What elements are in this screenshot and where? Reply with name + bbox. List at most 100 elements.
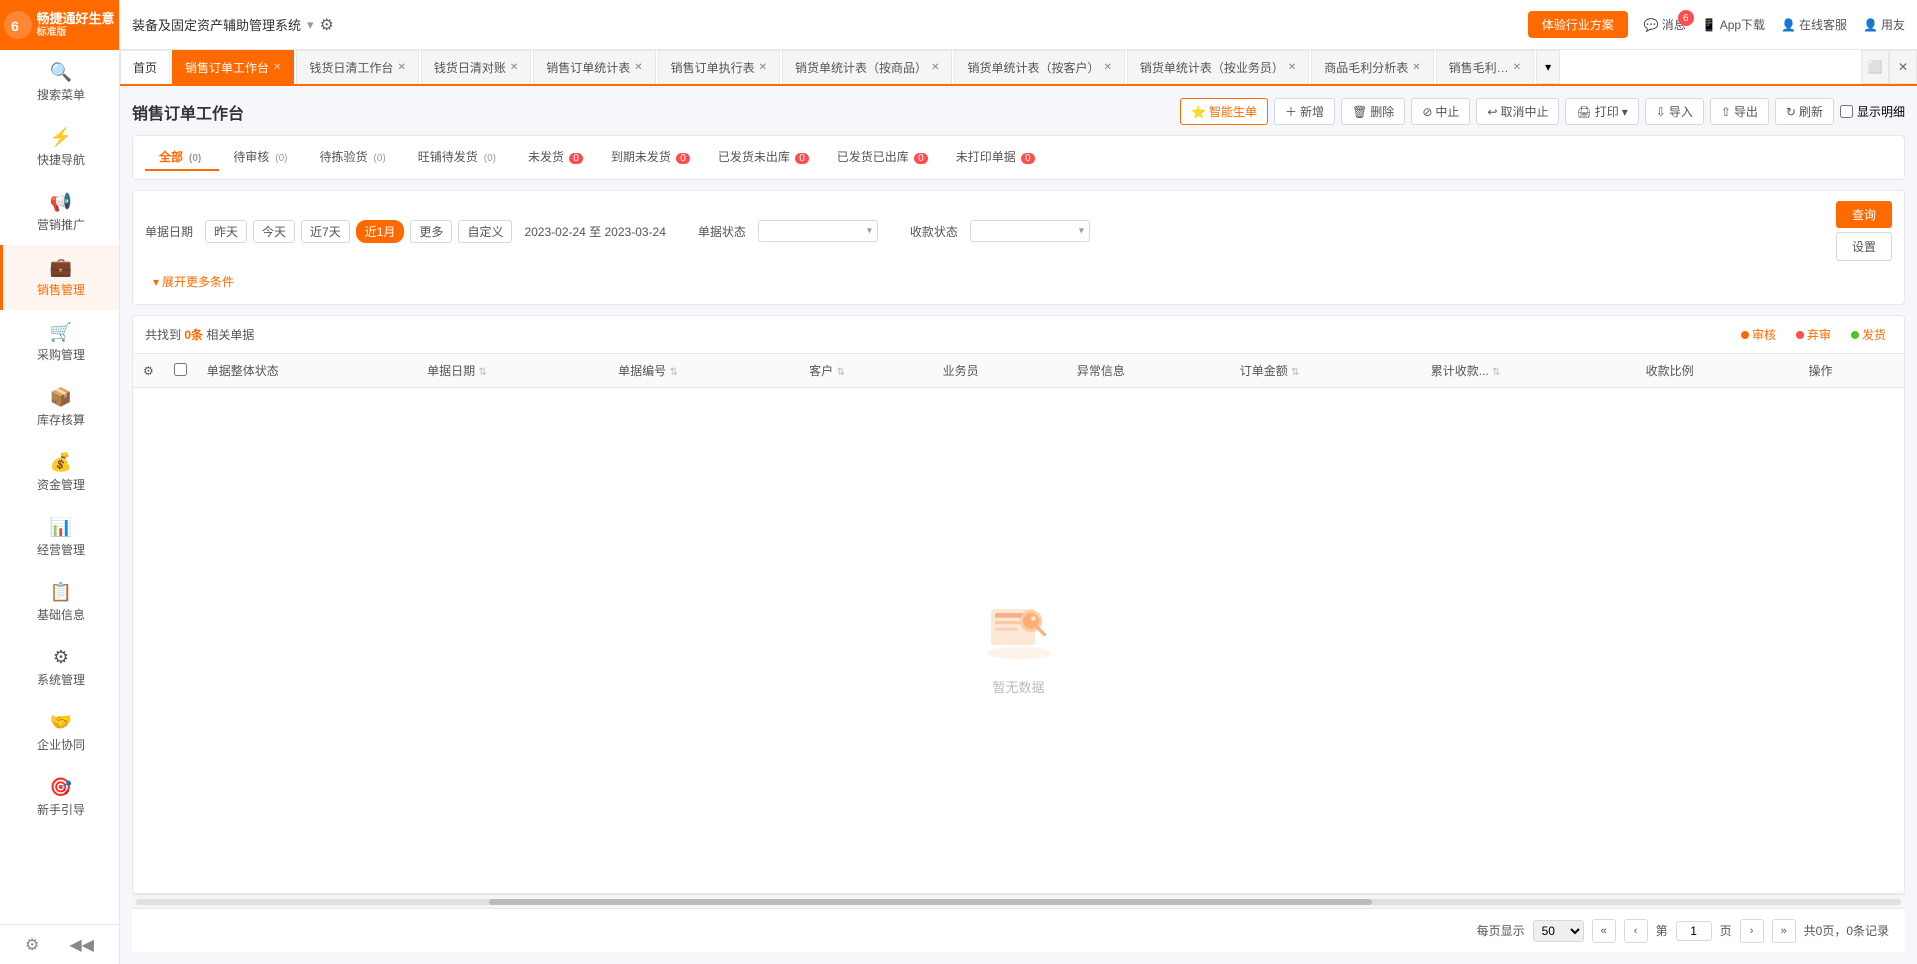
page-size-select[interactable]: 20 50 100 200 — [1533, 920, 1584, 942]
print-btn[interactable]: 🖨 打印 ▾ — [1565, 98, 1638, 125]
export-btn[interactable]: ⇧ 导出 — [1710, 98, 1769, 125]
date-btn-today[interactable]: 今天 — [253, 220, 295, 243]
tab-more-btn[interactable]: ▾ — [1536, 50, 1560, 84]
tab-home[interactable]: 首页 — [120, 50, 170, 84]
sidebar-item-purchase[interactable]: 🛒 采购管理 — [0, 310, 119, 375]
date-btn-more[interactable]: 更多 — [410, 220, 452, 243]
online-service-item[interactable]: 👤 在线客服 — [1781, 16, 1847, 33]
th-amount[interactable]: 订单金额 ⇅ — [1230, 354, 1421, 388]
status-select[interactable] — [758, 220, 878, 242]
tab-goods-stats-close[interactable]: ✕ — [931, 62, 939, 73]
abandon-review-btn[interactable]: 弃审 — [1790, 324, 1837, 345]
sort-cumulative-icon[interactable]: ⇅ — [1492, 367, 1500, 378]
scrollbar-thumb[interactable] — [489, 899, 1372, 905]
tab-order-exec-close[interactable]: ✕ — [759, 62, 767, 73]
sub-tab-all[interactable]: 全部(0) — [145, 144, 219, 171]
th-date[interactable]: 单据日期 ⇅ — [417, 354, 608, 388]
date-btn-custom[interactable]: 自定义 — [458, 220, 512, 243]
suspend-btn[interactable]: ⊘ 中止 — [1411, 98, 1470, 125]
sidebar-item-quicknav[interactable]: ⚡ 快捷导航 — [0, 115, 119, 180]
tab-reconcile-close[interactable]: ✕ — [510, 62, 518, 73]
sidebar-item-search[interactable]: 🔍 搜索菜单 — [0, 50, 119, 115]
next-page-btn[interactable]: › — [1740, 919, 1764, 943]
show-detail-input[interactable] — [1840, 105, 1853, 118]
tab-goods-stats[interactable]: 销货单统计表（按商品） ✕ — [782, 50, 952, 84]
tab-gross-analysis[interactable]: 商品毛利分析表 ✕ — [1311, 50, 1433, 84]
tab-customer-stats-close[interactable]: ✕ — [1103, 62, 1111, 73]
tab-sales-order[interactable]: 销售订单工作台 ✕ — [172, 50, 294, 84]
sidebar-item-basicinfo[interactable]: 📋 基础信息 — [0, 570, 119, 635]
last-page-btn[interactable]: » — [1772, 919, 1796, 943]
tab-customer-stats[interactable]: 销货单统计表（按客户） ✕ — [954, 50, 1124, 84]
sort-number-icon[interactable]: ⇅ — [670, 367, 678, 378]
tab-gross-analysis-close[interactable]: ✕ — [1412, 62, 1420, 73]
tab-staff-stats[interactable]: 销货单统计表（按业务员） ✕ — [1127, 50, 1309, 84]
sidebar-item-system[interactable]: ⚙ 系统管理 — [0, 635, 119, 700]
sort-amount-icon[interactable]: ⇅ — [1291, 367, 1299, 378]
tab-win-restore[interactable]: ⬜ — [1861, 50, 1889, 84]
deliver-btn[interactable]: 发货 — [1845, 324, 1892, 345]
sub-tab-pending-check[interactable]: 待拣验货(0) — [306, 144, 404, 171]
th-cumulative[interactable]: 累计收款... ⇅ — [1421, 354, 1636, 388]
sub-tab-shipped-out[interactable]: 已发货已出库 0 — [823, 144, 942, 171]
tab-staff-stats-close[interactable]: ✕ — [1288, 62, 1296, 73]
tab-daily-clear-close[interactable]: ✕ — [397, 62, 405, 73]
tab-reconcile[interactable]: 钱货日清对账 ✕ — [421, 50, 531, 84]
th-customer[interactable]: 客户 ⇅ — [799, 354, 933, 388]
date-btn-7days[interactable]: 近7天 — [301, 220, 350, 243]
tab-order-stats[interactable]: 销售订单统计表 ✕ — [533, 50, 655, 84]
cancel-suspend-btn[interactable]: ↩ 取消中止 — [1476, 98, 1559, 125]
th-checkbox[interactable] — [164, 354, 197, 388]
sidebar-item-finance[interactable]: 💰 资金管理 — [0, 440, 119, 505]
page-input[interactable] — [1676, 921, 1712, 941]
tab-sales-order-close[interactable]: ✕ — [273, 62, 281, 73]
horizontal-scrollbar[interactable] — [136, 899, 1901, 905]
sub-tab-overdue-unshipped[interactable]: 到期未发货 0 — [597, 144, 704, 171]
sort-date-icon[interactable]: ⇅ — [479, 367, 487, 378]
system-dropdown-icon[interactable]: ▾ — [307, 17, 314, 33]
refresh-btn[interactable]: ↻ 刷新 — [1775, 98, 1834, 125]
query-btn[interactable]: 查询 — [1836, 201, 1892, 228]
th-number[interactable]: 单据编号 ⇅ — [608, 354, 799, 388]
sidebar-item-management[interactable]: 📊 经营管理 — [0, 505, 119, 570]
user-item[interactable]: 👤 用友 — [1863, 16, 1905, 33]
collapse-icon[interactable]: ◀◀ — [69, 935, 94, 955]
topbar-gear-icon[interactable]: ⚙ — [320, 15, 334, 35]
sort-customer-icon[interactable]: ⇅ — [837, 367, 845, 378]
tab-sales-gross[interactable]: 销售毛利… ✕ — [1436, 50, 1534, 84]
trial-btn[interactable]: 体验行业方案 — [1528, 11, 1628, 38]
sub-tab-shipped-unout[interactable]: 已发货未出库 0 — [704, 144, 823, 171]
sidebar-item-sales[interactable]: 💼 销售管理 — [0, 245, 119, 310]
sub-tab-unprinted[interactable]: 未打印单据 0 — [942, 144, 1049, 171]
date-btn-yesterday[interactable]: 昨天 — [205, 220, 247, 243]
prev-page-btn[interactable]: ‹ — [1624, 919, 1648, 943]
delete-btn[interactable]: 🗑 删除 — [1341, 98, 1405, 125]
first-page-btn[interactable]: « — [1592, 919, 1616, 943]
sub-tab-unshipped[interactable]: 未发货 0 — [514, 144, 597, 171]
sidebar-item-marketing[interactable]: 📢 营销推广 — [0, 180, 119, 245]
sub-tab-wangpu-delivery[interactable]: 旺铺待发货(0) — [404, 144, 514, 171]
settings-footer-icon[interactable]: ⚙ — [25, 935, 39, 955]
sidebar-item-guide[interactable]: 🎯 新手引导 — [0, 765, 119, 830]
tab-order-exec[interactable]: 销售订单执行表 ✕ — [658, 50, 780, 84]
message-item[interactable]: 💬 消息 6 — [1644, 16, 1686, 33]
payment-select[interactable] — [970, 220, 1090, 242]
setting-btn[interactable]: 设置 — [1836, 232, 1892, 261]
smart-create-btn[interactable]: ⭐ 智能生单 — [1180, 98, 1268, 125]
select-all-checkbox[interactable] — [174, 363, 187, 376]
expand-btn[interactable]: ▾ 展开更多条件 — [145, 269, 1892, 294]
app-download-item[interactable]: 📱 App下载 — [1702, 16, 1765, 33]
sub-tab-pending-review[interactable]: 待审核(0) — [219, 144, 305, 171]
tab-daily-clear[interactable]: 钱货日清工作台 ✕ — [296, 50, 418, 84]
tab-sales-gross-close[interactable]: ✕ — [1513, 62, 1521, 73]
tab-order-stats-close[interactable]: ✕ — [634, 62, 642, 73]
sidebar-item-inventory[interactable]: 📦 库存核算 — [0, 375, 119, 440]
tab-win-close[interactable]: ✕ — [1889, 50, 1917, 84]
review-btn[interactable]: 审核 — [1735, 324, 1782, 345]
sidebar-item-collab[interactable]: 🤝 企业协同 — [0, 700, 119, 765]
th-settings[interactable]: ⚙ — [133, 354, 164, 388]
show-detail-checkbox[interactable]: 显示明细 — [1840, 103, 1905, 120]
date-btn-1month[interactable]: 近1月 — [356, 220, 405, 243]
import-btn[interactable]: ⇩ 导入 — [1645, 98, 1704, 125]
add-btn[interactable]: ＋ 新增 — [1274, 98, 1335, 125]
